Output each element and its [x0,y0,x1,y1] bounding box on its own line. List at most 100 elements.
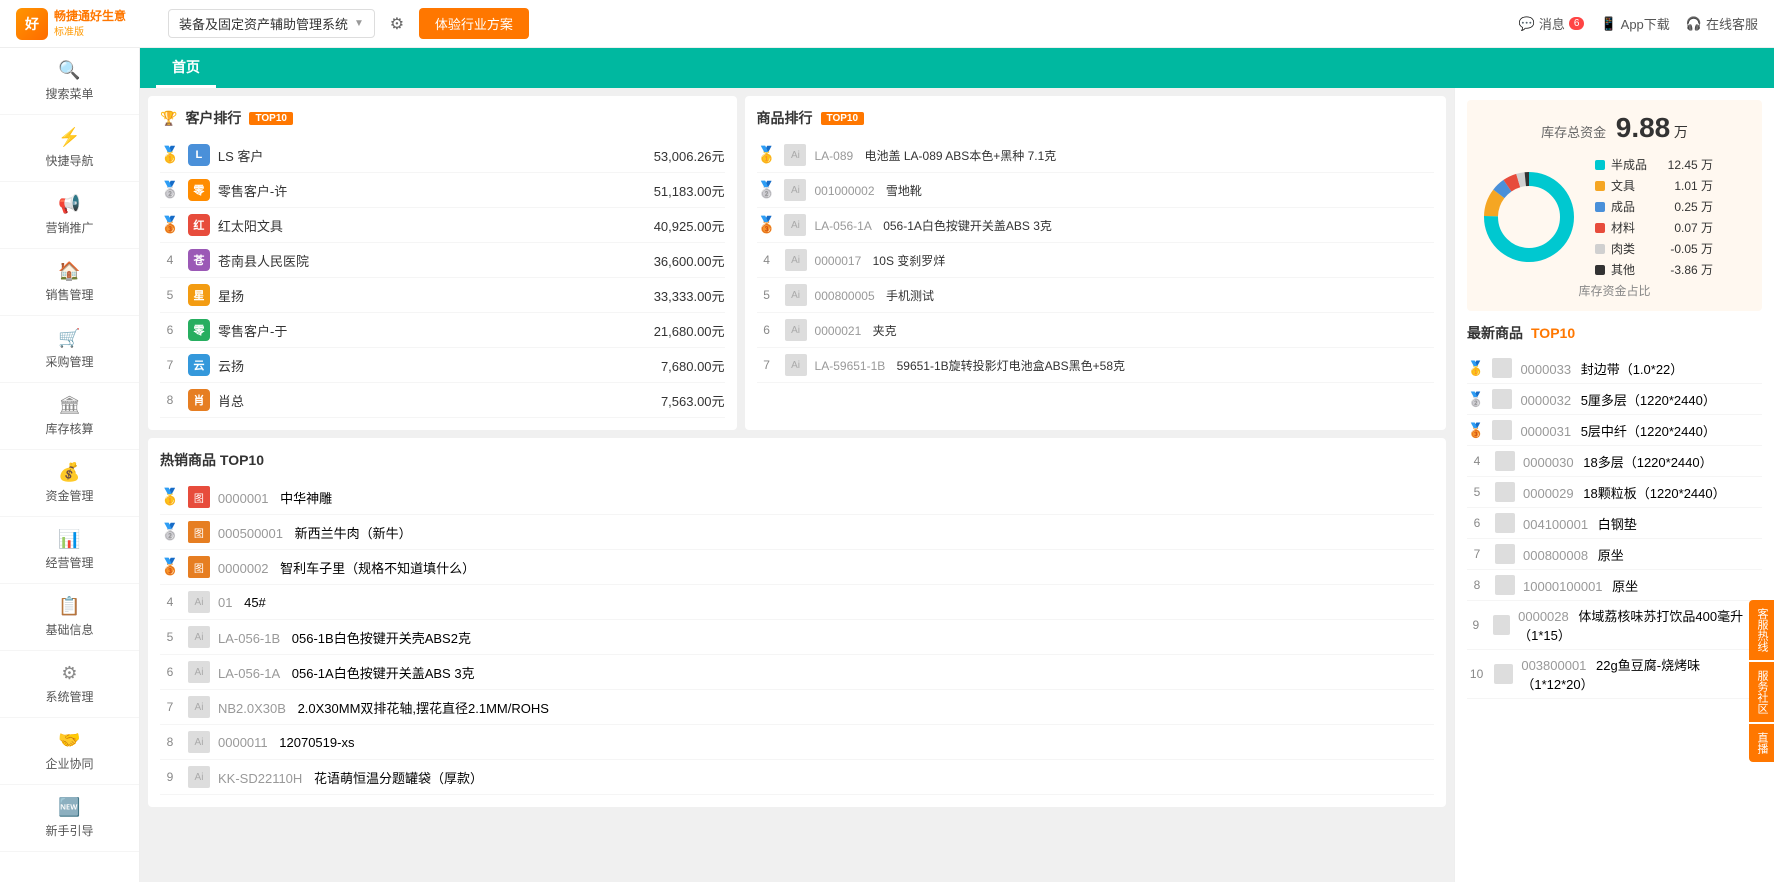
sidebar-label-system: 系统管理 [45,688,93,705]
legend-value: -3.86 万 [1653,261,1713,278]
hot-product-info: LA-056-1A 056-1A白色按键开关盖ABS 3克 [218,663,475,682]
hot-product-code: NB2.0X30B [218,701,286,716]
rank-number: 4 [160,253,180,267]
hot-product-item: 4 Ai 01 45# [160,585,1434,620]
avatar: 星 [188,284,210,306]
sidebar-item-sales[interactable]: 🏠 销售管理 [0,249,139,316]
sidebar-item-inventory[interactable]: 🏛 库存核算 [0,383,139,450]
message-button[interactable]: 💬 消息 6 [1519,14,1585,33]
product-name: 夹克 [873,324,897,338]
legend-item: 肉类 -0.05 万 [1595,240,1713,257]
new-product-code: 0000028 [1518,609,1569,624]
rank-number: 8 [160,393,180,407]
avatar: 苍 [188,249,210,271]
new-product-info: 0000033 封边带（1.0*22） [1520,359,1683,378]
online-service-button[interactable]: 🎧 在线客服 [1686,14,1758,33]
sidebar-item-system[interactable]: ⚙ 系统管理 [0,651,139,718]
avatar: 零 [188,179,210,201]
product-info: LA-089 电池盖 LA-089 ABS本色+黑种 7.1克 [814,147,1434,164]
home-tab[interactable]: 首页 [156,48,216,88]
hot-product-item: 6 Ai LA-056-1A 056-1A白色按键开关盖ABS 3克 [160,655,1434,690]
trial-button[interactable]: 体验行业方案 [419,8,529,39]
app-download-button[interactable]: 📱 App下载 [1600,14,1669,33]
system-name: 装备及固定资产辅助管理系统 [179,14,348,33]
product-code: 0000017 [815,254,862,268]
new-product-item: 5 0000029 18颗粒板（1220*2440） [1467,477,1762,508]
customer-service-button[interactable]: 客服热线 [1749,600,1774,660]
sidebar-item-purchase[interactable]: 🛒 采购管理 [0,316,139,383]
message-label: 消息 [1539,14,1565,33]
sidebar-item-finance[interactable]: 💰 资金管理 [0,450,139,517]
new-product-code: 003800001 [1521,658,1586,673]
medal-icon: 🥇 [160,487,180,507]
sidebar-item-basic[interactable]: 📋 基础信息 [0,584,139,651]
new-product-item: 🥉 0000031 5层中纤（1220*2440） [1467,415,1762,446]
sidebar-item-search[interactable]: 🔍 搜索菜单 [0,48,139,115]
product-code: 001000002 [814,184,874,198]
sidebar-item-enterprise[interactable]: 🤝 企业协同 [0,718,139,785]
rank-number: 5 [160,630,180,644]
new-product-thumb [1495,451,1515,471]
hot-product-item: 🥈 图 000500001 新西兰牛肉（新牛） [160,515,1434,550]
new-products-section: 最新商品 TOP10 🥇 0000033 封边带（1.0*22） 🥈 00000… [1467,323,1762,699]
content-header: 首页 [140,48,1774,88]
product-thumbnail: 图 [188,521,210,543]
legend-color-dot [1595,181,1605,191]
avatar: 云 [188,354,210,376]
sidebar-item-operations[interactable]: 📊 经营管理 [0,517,139,584]
hot-product-item: 🥉 图 0000002 智利车子里（规格不知道填什么） [160,550,1434,585]
new-product-code: 0000033 [1520,362,1571,377]
legend-item: 文具 1.01 万 [1595,177,1713,194]
customer-value: 51,183.00元 [654,181,725,200]
rank-number: 9 [1467,618,1485,632]
gear-icon[interactable]: ⚙ [383,10,411,38]
customer-name: 零售客户-于 [218,321,646,340]
float-service: 客服热线 服务社区 直播 [1749,600,1774,762]
prod-rank-item: 🥉 Ai LA-056-1A 056-1A白色按键开关盖ABS 3克 [757,208,1434,243]
logo-text: 畅捷通好生意 [54,9,126,23]
main-layout: 🔍 搜索菜单 ⚡ 快捷导航 📢 营销推广 🏠 销售管理 🛒 采购管理 🏛 库存核… [0,48,1774,882]
hot-product-info: NB2.0X30B 2.0X30MM双排花轴,摆花直径2.1MM/ROHS [218,698,549,717]
service-community-button[interactable]: 服务社区 [1749,662,1774,722]
legend-value: 0.25 万 [1653,198,1713,215]
new-product-code: 10000100001 [1523,579,1603,594]
customer-value: 40,925.00元 [654,216,725,235]
legend-value: 0.07 万 [1653,219,1713,236]
new-product-name: 封边带（1.0*22） [1581,362,1684,377]
product-thumb: Ai [784,179,806,201]
hot-product-info: 0000002 智利车子里（规格不知道填什么） [218,558,475,577]
sidebar-item-guide[interactable]: 🆕 新手引导 [0,785,139,852]
new-product-item: 10 003800001 22g鱼豆腐-烧烤味（1*12*20） [1467,650,1762,699]
customer-name: 零售客户-许 [218,181,646,200]
hot-product-item: 9 Ai KK-SD22110H 花语萌恒温分题罐袋（厚款） [160,760,1434,795]
legend-label: 成品 [1611,198,1647,215]
hot-product-code: 0000011 [218,735,268,750]
settings-icon: ⚙ [61,663,77,684]
new-products-header: 最新商品 TOP10 [1467,323,1762,343]
rank-item: 7 云 云扬 7,680.00元 [160,348,725,383]
prod-rank-item: 🥈 Ai 001000002 雪地靴 [757,173,1434,208]
live-broadcast-button[interactable]: 直播 [1749,724,1774,762]
inventory-amount: 9.88 [1616,112,1671,143]
new-product-name: 18多层（1220*2440） [1583,455,1712,470]
product-name: 056-1A白色按键开关盖ABS 3克 [883,219,1052,233]
message-badge: 6 [1569,17,1585,30]
rank-number: 4 [1467,454,1487,468]
service-label: 在线客服 [1706,14,1758,33]
avatar: 肖 [188,389,210,411]
inventory-card: 库存总资金 9.88 万 [1467,100,1762,311]
sidebar-item-quick[interactable]: ⚡ 快捷导航 [0,115,139,182]
sidebar-item-marketing[interactable]: 📢 营销推广 [0,182,139,249]
sidebar-label-purchase: 采购管理 [45,353,93,370]
system-select[interactable]: 装备及固定资产辅助管理系统 ▼ [168,9,375,38]
new-product-code: 0000031 [1520,424,1571,439]
new-product-thumb [1495,575,1515,595]
new-product-thumb [1492,389,1512,409]
inventory-proportion-label: 库存资金占比 [1479,282,1750,299]
content-area: 首页 🏆 客户排行 TOP10 🥇 L LS 客户 53,006.26 [140,48,1774,882]
rank-number: 6 [1467,516,1487,530]
product-thumbnail: Ai [188,731,210,753]
product-name: 电池盖 LA-089 ABS本色+黑种 7.1克 [865,149,1057,163]
product-thumbnail: Ai [188,661,210,683]
product-info: 000800005 手机测试 [815,287,1434,304]
